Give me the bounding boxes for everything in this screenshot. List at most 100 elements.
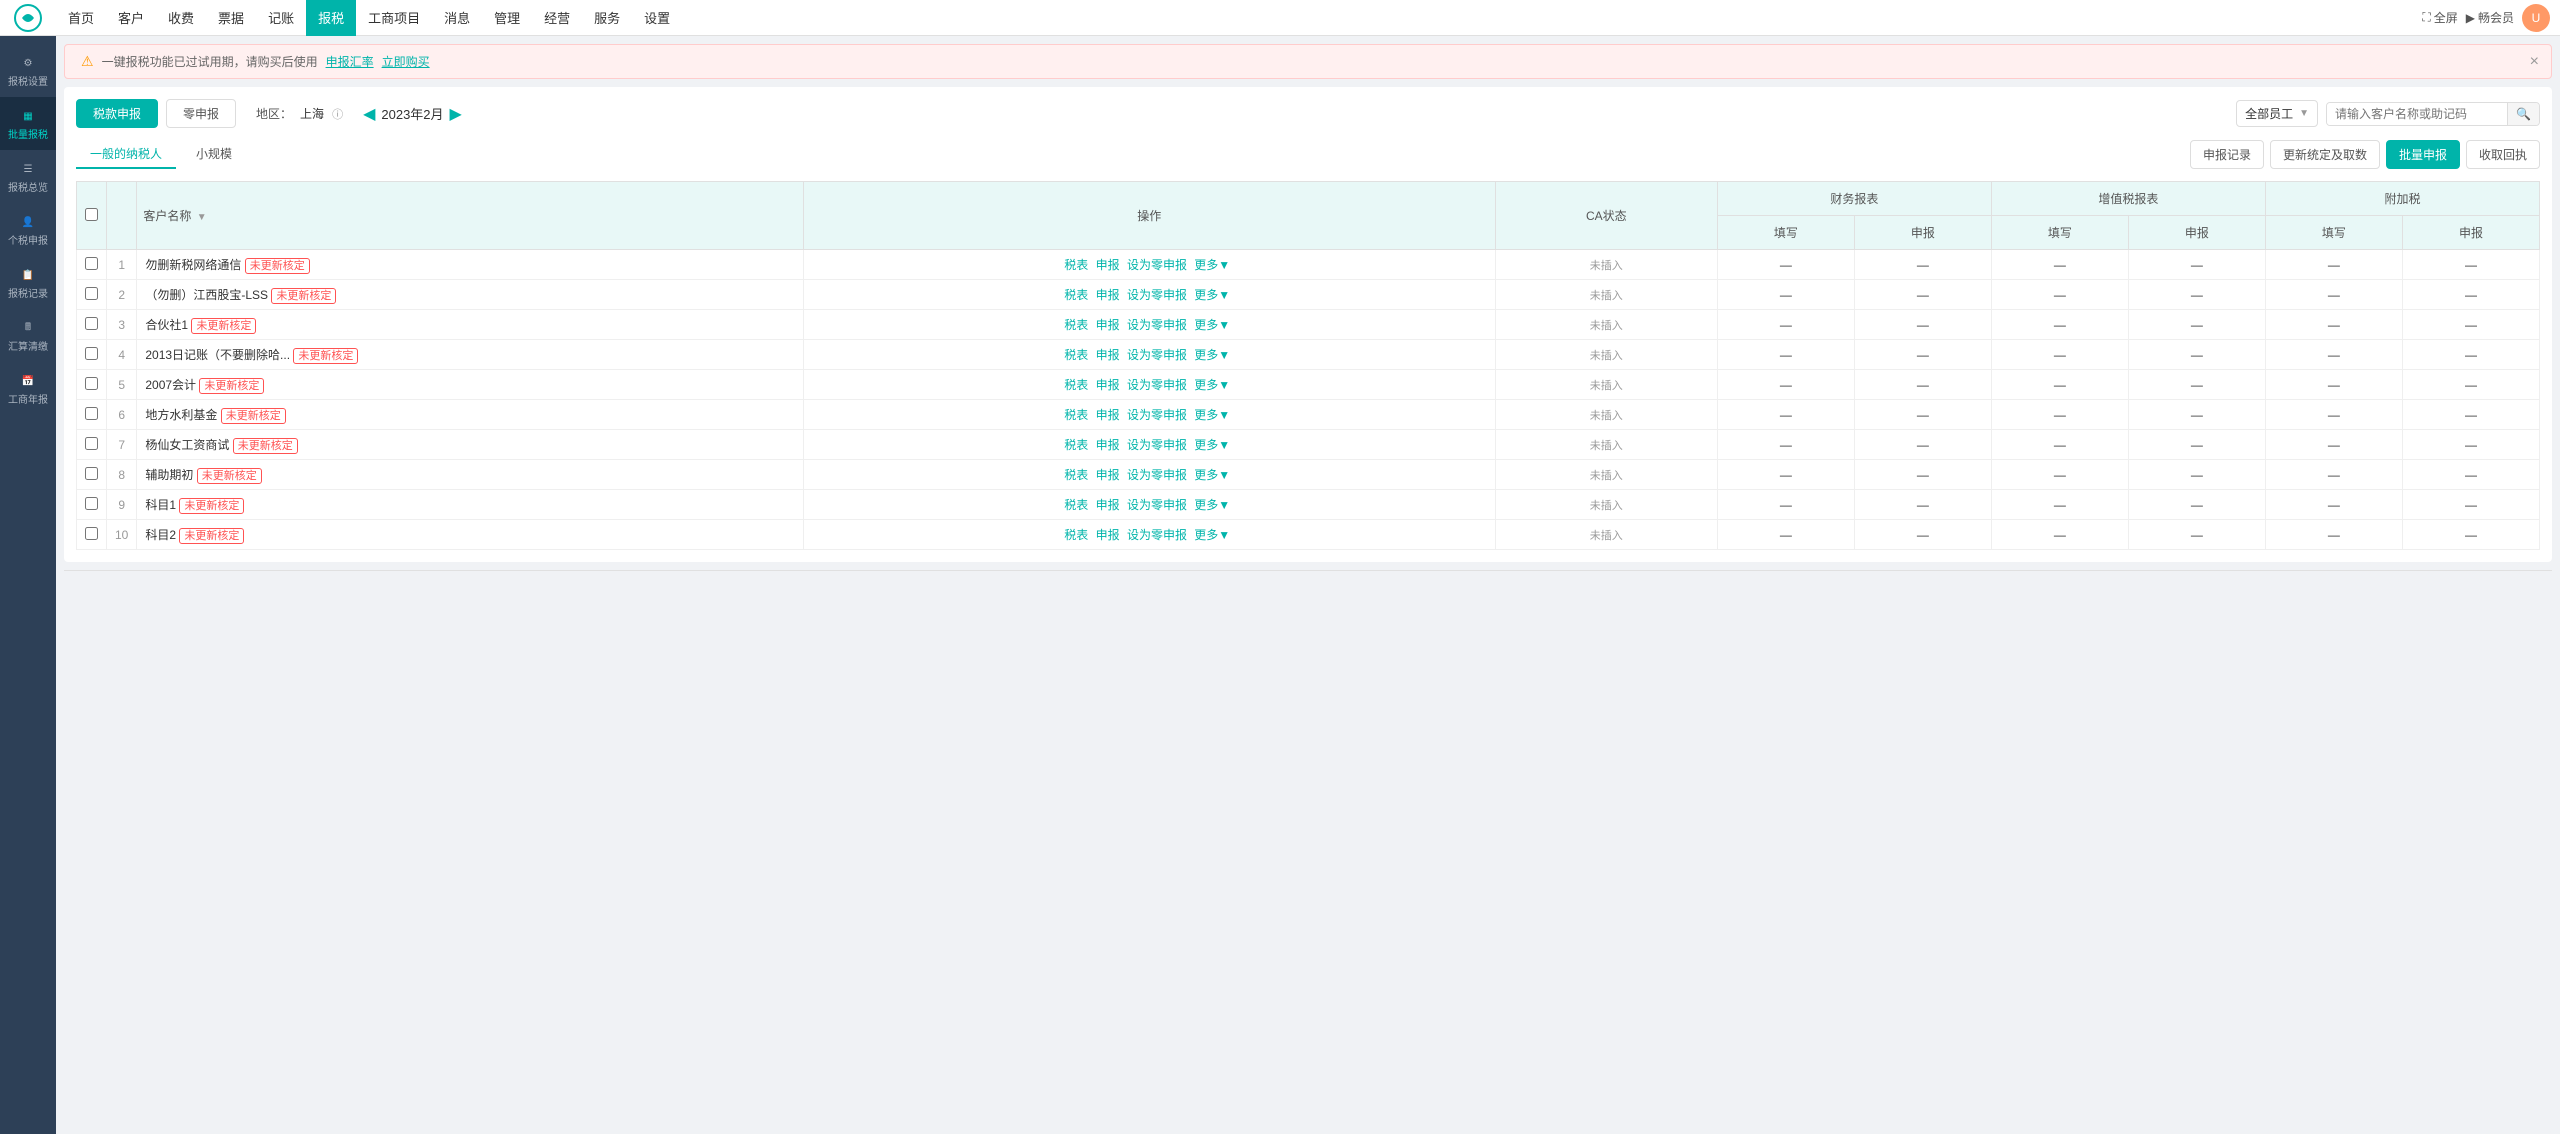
op-declare[interactable]: 申报 [1096,378,1120,392]
row-checkbox[interactable] [85,377,98,390]
op-zero-declare[interactable]: 设为零申报 [1127,378,1187,392]
bottom-scroll-bar[interactable] [64,570,2552,582]
op-declare[interactable]: 申报 [1096,258,1120,272]
op-tax-table[interactable]: 税表 [1064,528,1088,542]
tab-general-taxpayer[interactable]: 一般的纳税人 [76,140,176,169]
row-add-fill: — [2265,400,2402,430]
status-badge: 未更新核定 [233,438,298,454]
prev-period-btn[interactable]: ◀ [363,104,375,124]
select-all-checkbox[interactable] [85,208,98,221]
sidebar-item-record[interactable]: 📋 报税记录 [0,256,56,309]
banner-close-btn[interactable]: × [2530,53,2539,71]
btn-batch-declare[interactable]: 批量申报 [2386,140,2460,169]
op-more[interactable]: 更多▼ [1194,468,1230,482]
op-zero-declare[interactable]: 设为零申报 [1127,498,1187,512]
op-tax-table[interactable]: 税表 [1064,348,1088,362]
row-checkbox[interactable] [85,527,98,540]
op-tax-table[interactable]: 税表 [1064,498,1088,512]
period-nav: ◀ 2023年2月 ▶ [363,104,462,124]
sidebar-item-annual[interactable]: 📅 工商年报 [0,362,56,415]
tab-zero-declare[interactable]: 零申报 [166,99,236,128]
op-tax-table[interactable]: 税表 [1064,258,1088,272]
sidebar-item-batch-tax[interactable]: ▦ 批量报税 [0,97,56,150]
banner-link1[interactable]: 申报汇率 [326,53,374,70]
op-more[interactable]: 更多▼ [1194,318,1230,332]
row-checkbox[interactable] [85,347,98,360]
nav-client[interactable]: 客户 [106,0,156,36]
nav-business[interactable]: 工商项目 [356,0,432,36]
op-zero-declare[interactable]: 设为零申报 [1127,528,1187,542]
op-zero-declare[interactable]: 设为零申报 [1127,408,1187,422]
op-zero-declare[interactable]: 设为零申报 [1127,318,1187,332]
op-tax-table[interactable]: 税表 [1064,318,1088,332]
row-operations: 税表 申报 设为零申报 更多▼ [803,250,1495,280]
op-tax-table[interactable]: 税表 [1064,288,1088,302]
row-checkbox[interactable] [85,497,98,510]
fullscreen-btn[interactable]: ⛶ 全屏 [2422,9,2457,26]
tab-tax-declare[interactable]: 税款申报 [76,99,158,128]
next-period-btn[interactable]: ▶ [450,104,462,124]
op-declare[interactable]: 申报 [1096,438,1120,452]
btn-collect-receipt[interactable]: 收取回执 [2466,140,2540,169]
op-more[interactable]: 更多▼ [1194,528,1230,542]
info-icon[interactable]: ⓘ [332,106,343,122]
nav-manage[interactable]: 管理 [482,0,532,36]
op-declare[interactable]: 申报 [1096,498,1120,512]
op-more[interactable]: 更多▼ [1194,258,1230,272]
op-declare[interactable]: 申报 [1096,348,1120,362]
nav-settings[interactable]: 设置 [632,0,682,36]
btn-update-data[interactable]: 更新统定及取数 [2270,140,2380,169]
nav-service[interactable]: 服务 [582,0,632,36]
op-more[interactable]: 更多▼ [1194,438,1230,452]
op-zero-declare[interactable]: 设为零申报 [1127,348,1187,362]
nav-bookkeeping[interactable]: 记账 [256,0,306,36]
banner-link2[interactable]: 立即购买 [382,53,430,70]
btn-declare-record[interactable]: 申报记录 [2190,140,2264,169]
upgrade-btn[interactable]: ▶ 畅会员 [2466,9,2514,26]
nav-billing[interactable]: 收费 [156,0,206,36]
sidebar-item-personal-tax[interactable]: 👤 个税申报 [0,203,56,256]
row-vat-fill: — [1991,520,2128,550]
op-zero-declare[interactable]: 设为零申报 [1127,468,1187,482]
nav-operation[interactable]: 经营 [532,0,582,36]
op-more[interactable]: 更多▼ [1194,348,1230,362]
th-finance-declare: 申报 [1854,216,1991,250]
nav-message[interactable]: 消息 [432,0,482,36]
row-checkbox[interactable] [85,407,98,420]
op-tax-table[interactable]: 税表 [1064,468,1088,482]
sidebar-item-tax-settings[interactable]: ⚙ 报税设置 [0,44,56,97]
op-declare[interactable]: 申报 [1096,468,1120,482]
row-checkbox[interactable] [85,317,98,330]
tab-small-scale[interactable]: 小规模 [182,140,246,169]
op-tax-table[interactable]: 税表 [1064,438,1088,452]
op-declare[interactable]: 申报 [1096,528,1120,542]
row-checkbox[interactable] [85,287,98,300]
search-btn[interactable]: 🔍 [2507,103,2539,125]
op-declare[interactable]: 申报 [1096,318,1120,332]
op-more[interactable]: 更多▼ [1194,408,1230,422]
op-tax-table[interactable]: 税表 [1064,378,1088,392]
sidebar-item-overview[interactable]: ☰ 报税总览 [0,150,56,203]
op-declare[interactable]: 申报 [1096,288,1120,302]
row-add-fill: — [2265,490,2402,520]
row-index: 1 [107,250,137,280]
op-tax-table[interactable]: 税表 [1064,408,1088,422]
user-avatar[interactable]: U [2522,4,2550,32]
op-zero-declare[interactable]: 设为零申报 [1127,258,1187,272]
op-zero-declare[interactable]: 设为零申报 [1127,438,1187,452]
row-finance-fill: — [1717,250,1854,280]
sidebar-item-settlement[interactable]: 🖩 汇算清缴 [0,309,56,362]
nav-invoice[interactable]: 票据 [206,0,256,36]
staff-select[interactable]: 全部员工 ▼ [2236,100,2318,127]
op-more[interactable]: 更多▼ [1194,288,1230,302]
op-zero-declare[interactable]: 设为零申报 [1127,288,1187,302]
row-checkbox[interactable] [85,467,98,480]
op-declare[interactable]: 申报 [1096,408,1120,422]
op-more[interactable]: 更多▼ [1194,378,1230,392]
nav-tax[interactable]: 报税 [306,0,356,36]
op-more[interactable]: 更多▼ [1194,498,1230,512]
row-checkbox[interactable] [85,257,98,270]
search-input[interactable] [2327,103,2507,125]
nav-home[interactable]: 首页 [56,0,106,36]
row-checkbox[interactable] [85,437,98,450]
